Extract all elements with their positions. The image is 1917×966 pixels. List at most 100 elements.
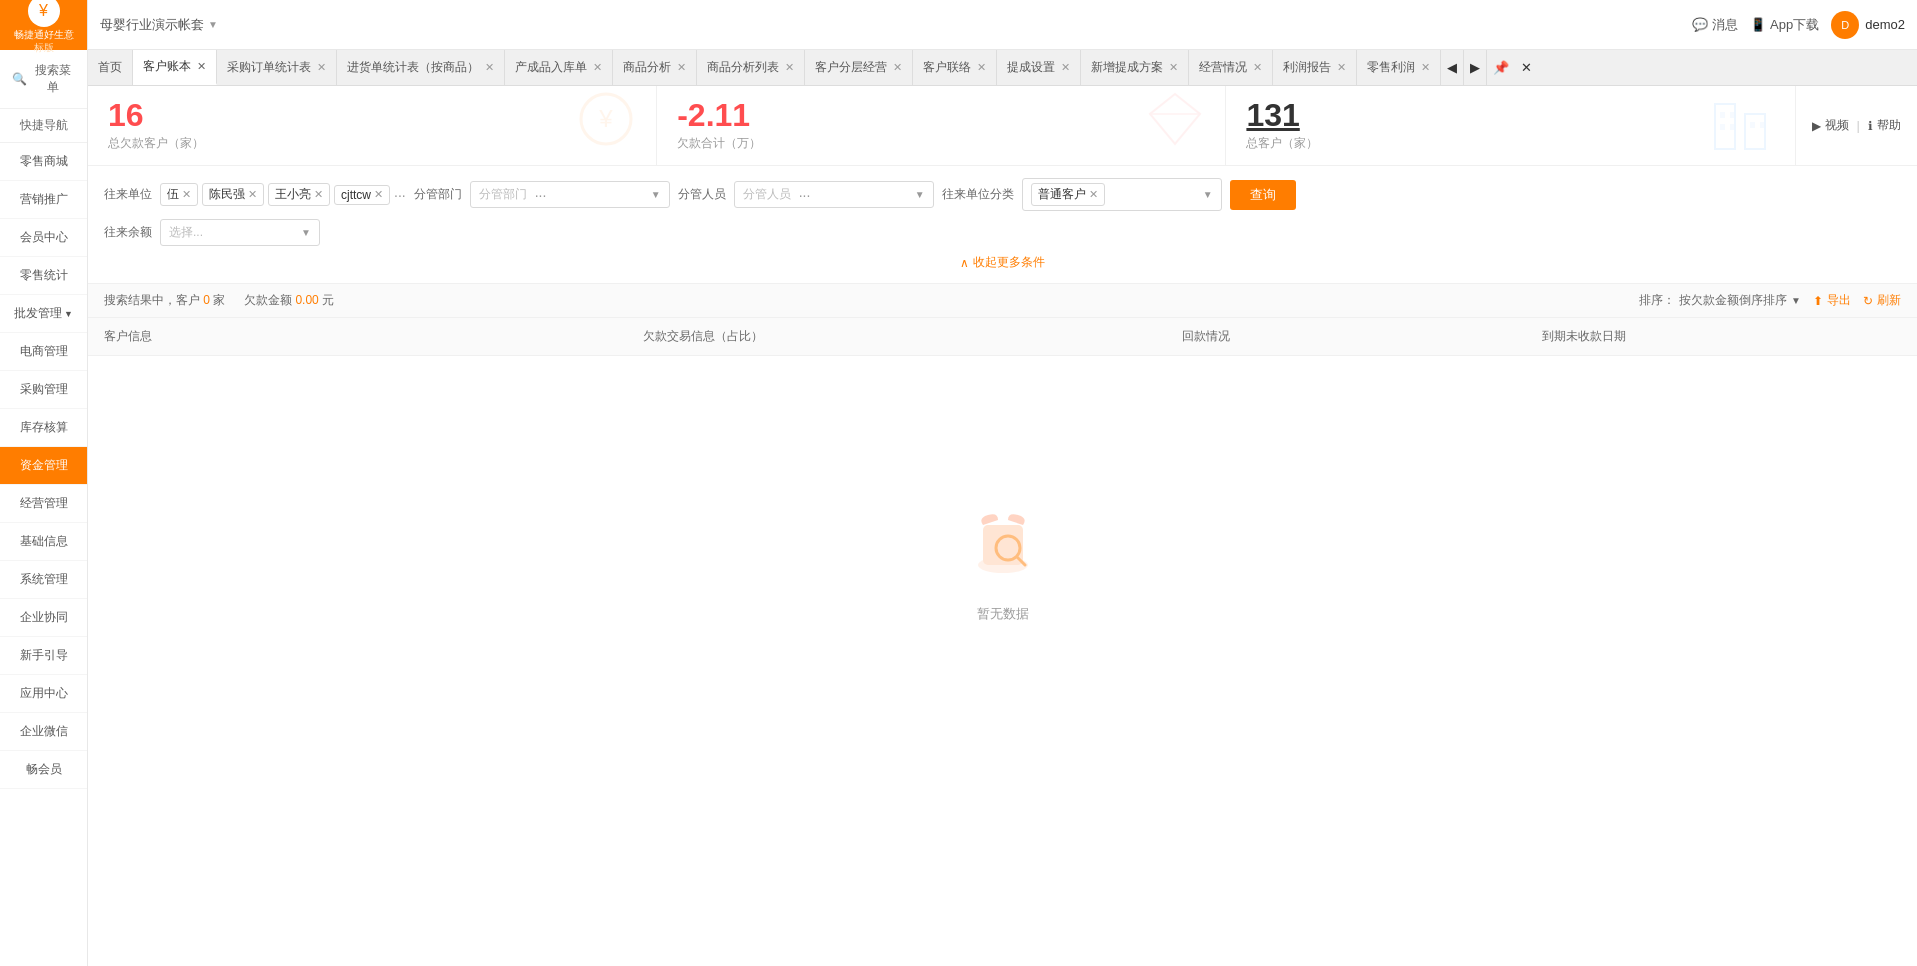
tab-scroll-right[interactable]: ▶ [1464, 50, 1487, 85]
sidebar-item-wechat[interactable]: 企业微信 [0, 713, 87, 751]
help-button[interactable]: ℹ 帮助 [1868, 117, 1901, 134]
close-icon[interactable]: ✕ [677, 61, 686, 74]
tab-commission-settings[interactable]: 提成设置 ✕ [997, 50, 1081, 85]
svg-rect-11 [1760, 122, 1765, 128]
sidebar-item-ecommerce[interactable]: 电商管理 [0, 333, 87, 371]
sort-selector[interactable]: 排序： 按欠款金额倒序排序 ▼ [1639, 292, 1801, 309]
close-icon[interactable]: ✕ [197, 60, 206, 73]
stat-card-total-customers: 131 总客户（家） [1226, 86, 1794, 165]
sidebar-item-purchase[interactable]: 采购管理 [0, 371, 87, 409]
tab-home[interactable]: 首页 [88, 50, 133, 85]
tab-label: 客户联络 [923, 59, 971, 76]
sidebar-item-label: 零售统计 [20, 268, 68, 282]
svg-rect-6 [1720, 112, 1725, 118]
col-customer-info: 客户信息 [104, 328, 643, 345]
close-icon[interactable]: ✕ [977, 61, 986, 74]
unit-tags-container: 伍 ✕ 陈民强 ✕ 王小亮 ✕ cjttcw ✕ [160, 183, 406, 206]
svg-text:¥: ¥ [599, 105, 614, 132]
video-label: 视频 [1825, 117, 1849, 134]
tab-customer-contact[interactable]: 客户联络 ✕ [913, 50, 997, 85]
close-icon[interactable]: ✕ [893, 61, 902, 74]
sort-value: 按欠款金额倒序排序 [1679, 292, 1787, 309]
tab-finished-goods[interactable]: 产成品入库单 ✕ [505, 50, 613, 85]
sidebar-item-operations[interactable]: 经营管理 [0, 485, 87, 523]
filter-area: 往来单位 伍 ✕ 陈民强 ✕ 王小亮 ✕ [88, 166, 1917, 284]
tab-business-status[interactable]: 经营情况 ✕ [1189, 50, 1273, 85]
close-icon[interactable]: ✕ [317, 61, 326, 74]
tab-customer-layer[interactable]: 客户分层经营 ✕ [805, 50, 913, 85]
app-download-button[interactable]: 📱 App下载 [1750, 16, 1819, 34]
search-menu-button[interactable]: 🔍 搜索菜单 [8, 58, 79, 100]
sidebar-item-inventory[interactable]: 库存核算 [0, 409, 87, 447]
tab-goods-in-stats[interactable]: 进货单统计表（按商品） ✕ [337, 50, 505, 85]
close-icon[interactable]: ✕ [1089, 188, 1098, 201]
video-help-button[interactable]: ▶ 视频 [1812, 117, 1849, 134]
tab-goods-analysis[interactable]: 商品分析 ✕ [613, 50, 697, 85]
account-selector[interactable]: 母婴行业演示帐套 ▼ [100, 16, 218, 34]
tab-retail-profit[interactable]: 零售利润 ✕ [1357, 50, 1441, 85]
unit-tag-chen: 陈民强 ✕ [202, 183, 264, 206]
sidebar-item-enterprise-collab[interactable]: 企业协同 [0, 599, 87, 637]
more-tags-button[interactable]: ··· [394, 187, 406, 203]
tab-scroll-left[interactable]: ◀ [1441, 50, 1464, 85]
tab-goods-analysis-list[interactable]: 商品分析列表 ✕ [697, 50, 805, 85]
quick-nav-button[interactable]: 快捷导航 [0, 109, 87, 143]
svg-rect-10 [1750, 122, 1755, 128]
sidebar-item-marketing[interactable]: 营销推广 [0, 181, 87, 219]
sidebar-item-member2[interactable]: 畅会员 [0, 751, 87, 789]
query-button[interactable]: 查询 [1230, 180, 1296, 210]
balance-selector[interactable]: 选择... ▼ [160, 219, 320, 246]
refresh-button[interactable]: ↻ 刷新 [1863, 292, 1901, 309]
stat-info: 16 总欠款客户（家） [108, 99, 204, 152]
sidebar-item-retail-stats[interactable]: 零售统计 [0, 257, 87, 295]
sidebar-item-wholesale[interactable]: 批发管理 ▼ [0, 295, 87, 333]
close-icon[interactable]: ✕ [1421, 61, 1430, 74]
message-button[interactable]: 💬 消息 [1692, 16, 1738, 34]
close-icon[interactable]: ✕ [182, 188, 191, 201]
close-icon[interactable]: ✕ [485, 61, 494, 74]
sidebar-item-beginner[interactable]: 新手引导 [0, 637, 87, 675]
sidebar-item-label: 会员中心 [20, 230, 68, 244]
close-icon[interactable]: ✕ [1253, 61, 1262, 74]
close-icon[interactable]: ✕ [785, 61, 794, 74]
result-amount-unit: 元 [322, 293, 334, 307]
close-icon[interactable]: ✕ [593, 61, 602, 74]
sidebar-item-member[interactable]: 会员中心 [0, 219, 87, 257]
close-icon[interactable]: ✕ [1061, 61, 1070, 74]
close-icon[interactable]: ✕ [1169, 61, 1178, 74]
sidebar-item-basic-info[interactable]: 基础信息 [0, 523, 87, 561]
tab-label: 提成设置 [1007, 59, 1055, 76]
sidebar-item-app-center[interactable]: 应用中心 [0, 675, 87, 713]
sidebar-item-finance[interactable]: 资金管理 [0, 447, 87, 485]
sidebar-item-system[interactable]: 系统管理 [0, 561, 87, 599]
tab-profit-report[interactable]: 利润报告 ✕ [1273, 50, 1357, 85]
close-icon[interactable]: ✕ [248, 188, 257, 201]
sidebar-item-retail-mall[interactable]: 零售商城 [0, 143, 87, 181]
collapse-button[interactable]: ∧ 收起更多条件 [960, 254, 1045, 271]
tab-customer-ledger[interactable]: 客户账本 ✕ [133, 50, 217, 85]
unit-type-selector[interactable]: 普通客户 ✕ ▼ [1022, 178, 1222, 211]
coins-bg-icon: ¥ [576, 89, 636, 162]
message-label: 消息 [1712, 16, 1738, 34]
result-prefix: 搜索结果中，客户 [104, 293, 200, 307]
export-button[interactable]: ⬆ 导出 [1813, 292, 1851, 309]
close-icon[interactable]: ✕ [314, 188, 323, 201]
close-icon[interactable]: ✕ [374, 188, 383, 201]
top-bar-right: 💬 消息 📱 App下载 D demo2 [1692, 11, 1905, 39]
tab-close-all[interactable]: ✕ [1515, 50, 1538, 85]
person-selector[interactable]: 分管人员 ··· ▼ [734, 181, 934, 208]
filter-row-2: 往来余额 选择... ▼ [104, 219, 1901, 246]
quick-nav-label: 快捷导航 [20, 117, 68, 134]
close-icon[interactable]: ✕ [1337, 61, 1346, 74]
result-amount-prefix: 欠款金额 [244, 293, 292, 307]
stat-label: 总客户（家） [1246, 135, 1318, 152]
user-profile[interactable]: D demo2 [1831, 11, 1905, 39]
tab-purchase-order-stats[interactable]: 采购订单统计表 ✕ [217, 50, 337, 85]
tab-label: 利润报告 [1283, 59, 1331, 76]
tab-add-commission[interactable]: 新增提成方案 ✕ [1081, 50, 1189, 85]
refresh-icon: ↻ [1863, 294, 1873, 308]
stat-card-customer-count: ¥ 16 总欠款客户（家） [88, 86, 657, 165]
tab-label: 新增提成方案 [1091, 59, 1163, 76]
tab-pin-button[interactable]: 📌 [1487, 50, 1515, 85]
dept-selector[interactable]: 分管部门 ··· ▼ [470, 181, 670, 208]
